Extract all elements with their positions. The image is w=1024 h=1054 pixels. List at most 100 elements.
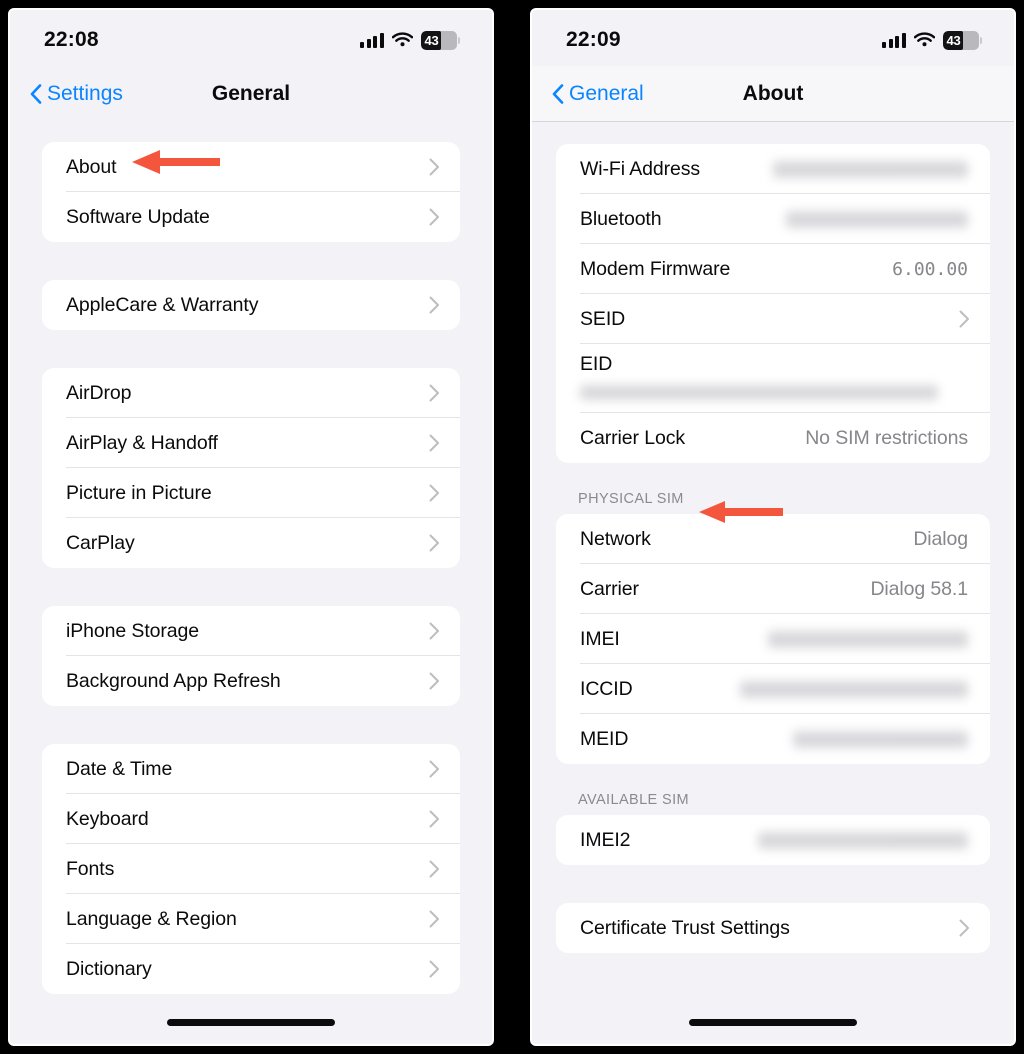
row-value: 6.00.00	[892, 258, 968, 280]
row-date-time[interactable]: Date & Time	[42, 744, 460, 794]
chevron-right-icon	[429, 158, 444, 176]
settings-group-5: Date & Time Keyboard Fonts Language & Re…	[42, 744, 460, 994]
row-label: Language & Region	[66, 907, 237, 930]
row-label: Background App Refresh	[66, 669, 281, 692]
about-group-identifiers: Wi-Fi Address Bluetooth Modem Firmware 6…	[556, 144, 990, 463]
settings-group-3: AirDrop AirPlay & Handoff Picture in Pic…	[42, 368, 460, 568]
row-label: Carrier	[580, 577, 639, 600]
row-label: Picture in Picture	[66, 481, 212, 504]
settings-group-2: AppleCare & Warranty	[42, 280, 460, 330]
chevron-right-icon	[429, 434, 444, 452]
nav-bar-about: General About	[532, 66, 1014, 122]
redacted-value	[793, 730, 968, 748]
row-label: Keyboard	[66, 807, 149, 830]
section-header-physical-sim-wrap: PHYSICAL SIM	[556, 463, 990, 514]
row-label: Fonts	[66, 857, 115, 880]
phone-screen-general: 22:08 43 Settings General About Software…	[8, 8, 494, 1046]
row-label: About	[66, 155, 117, 178]
row-label: AirDrop	[66, 381, 132, 404]
row-label: Wi-Fi Address	[580, 157, 701, 180]
row-dictionary[interactable]: Dictionary	[42, 944, 460, 994]
row-label: Certificate Trust Settings	[580, 916, 790, 939]
screenshot-stage: 22:08 43 Settings General About Software…	[0, 0, 1024, 1054]
chevron-right-icon	[429, 760, 444, 778]
row-iphone-storage[interactable]: iPhone Storage	[42, 606, 460, 656]
row-seid[interactable]: SEID	[556, 294, 990, 344]
status-indicators: 43	[360, 30, 460, 50]
chevron-right-icon	[959, 310, 974, 328]
back-button-settings[interactable]: Settings	[30, 82, 123, 106]
chevron-right-icon	[429, 534, 444, 552]
row-label: IMEI2	[580, 828, 631, 851]
row-airdrop[interactable]: AirDrop	[42, 368, 460, 418]
row-wifi-address[interactable]: Wi-Fi Address	[556, 144, 990, 194]
row-imei2[interactable]: IMEI2	[556, 815, 990, 865]
about-group-physical-sim: Network Dialog Carrier Dialog 58.1 IMEI …	[556, 514, 990, 764]
row-certificate-trust-settings[interactable]: Certificate Trust Settings	[556, 903, 990, 953]
row-carrier[interactable]: Carrier Dialog 58.1	[556, 564, 990, 614]
home-indicator[interactable]	[689, 1019, 857, 1026]
chevron-left-icon	[552, 83, 564, 104]
redacted-value	[758, 831, 968, 849]
back-button-general[interactable]: General	[552, 82, 644, 106]
row-modem-firmware[interactable]: Modem Firmware 6.00.00	[556, 244, 990, 294]
row-label: Bluetooth	[580, 207, 662, 230]
row-picture-in-picture[interactable]: Picture in Picture	[42, 468, 460, 518]
settings-group-1: About Software Update	[42, 142, 460, 242]
back-button-label: General	[569, 81, 644, 105]
row-label: Software Update	[66, 205, 210, 228]
settings-list-general: About Software Update AppleCare & Warran…	[10, 122, 492, 994]
chevron-right-icon	[429, 484, 444, 502]
row-keyboard[interactable]: Keyboard	[42, 794, 460, 844]
status-bar-general: 22:08 43	[10, 10, 492, 66]
cellular-bars-icon	[882, 32, 906, 48]
row-label: iPhone Storage	[66, 619, 200, 642]
row-eid[interactable]: EID	[556, 344, 990, 413]
chevron-right-icon	[429, 208, 444, 226]
section-header-available-sim: AVAILABLE SIM	[578, 792, 690, 808]
cellular-bars-icon	[360, 32, 384, 48]
redacted-value	[773, 160, 968, 178]
chevron-right-icon	[429, 860, 444, 878]
row-value: Dialog 58.1	[870, 577, 968, 600]
battery-icon: 43	[420, 30, 460, 50]
redacted-value	[580, 385, 938, 400]
row-about[interactable]: About	[42, 142, 460, 192]
row-carrier-lock[interactable]: Carrier Lock No SIM restrictions	[556, 413, 990, 463]
row-bluetooth[interactable]: Bluetooth	[556, 194, 990, 244]
redacted-value	[786, 210, 968, 228]
row-label: Modem Firmware	[580, 257, 731, 280]
chevron-right-icon	[429, 810, 444, 828]
about-list: Wi-Fi Address Bluetooth Modem Firmware 6…	[532, 122, 1014, 953]
chevron-right-icon	[429, 910, 444, 928]
row-background-app-refresh[interactable]: Background App Refresh	[42, 656, 460, 706]
battery-percent: 43	[424, 32, 439, 48]
battery-icon: 43	[942, 30, 982, 50]
row-iccid[interactable]: ICCID	[556, 664, 990, 714]
row-imei[interactable]: IMEI	[556, 614, 990, 664]
row-label: AppleCare & Warranty	[66, 293, 259, 316]
row-label: Date & Time	[66, 757, 173, 780]
row-fonts[interactable]: Fonts	[42, 844, 460, 894]
chevron-right-icon	[429, 622, 444, 640]
wifi-icon	[391, 32, 413, 48]
row-value: No SIM restrictions	[805, 426, 968, 449]
row-label: Carrier Lock	[580, 426, 685, 449]
row-label: IMEI	[580, 627, 620, 650]
about-group-available-sim: IMEI2	[556, 815, 990, 865]
status-time: 22:08	[44, 28, 99, 51]
row-carplay[interactable]: CarPlay	[42, 518, 460, 568]
status-indicators: 43	[882, 30, 982, 50]
row-applecare-warranty[interactable]: AppleCare & Warranty	[42, 280, 460, 330]
home-indicator[interactable]	[167, 1019, 335, 1026]
row-airplay-handoff[interactable]: AirPlay & Handoff	[42, 418, 460, 468]
row-label: ICCID	[580, 677, 633, 700]
section-header-available-sim-wrap: AVAILABLE SIM	[556, 764, 990, 815]
chevron-right-icon	[429, 296, 444, 314]
section-header-physical-sim: PHYSICAL SIM	[578, 491, 684, 507]
battery-percent: 43	[946, 32, 961, 48]
row-network[interactable]: Network Dialog	[556, 514, 990, 564]
row-meid[interactable]: MEID	[556, 714, 990, 764]
row-software-update[interactable]: Software Update	[42, 192, 460, 242]
row-language-region[interactable]: Language & Region	[42, 894, 460, 944]
